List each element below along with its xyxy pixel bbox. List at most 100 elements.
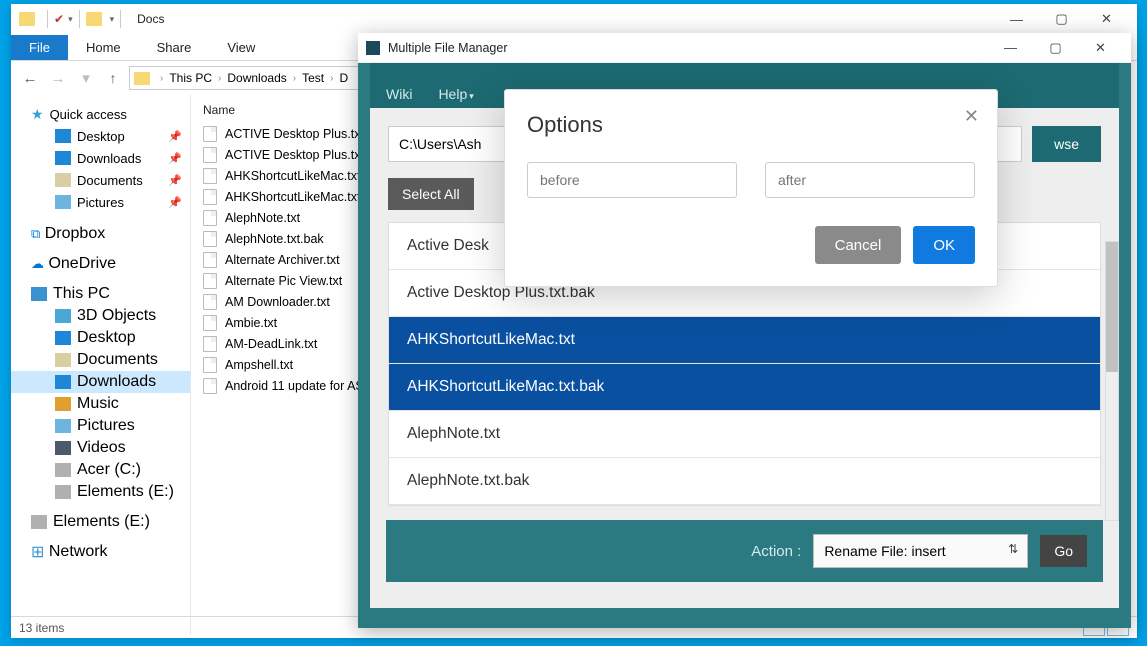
nav-pictures[interactable]: Pictures bbox=[77, 195, 124, 210]
nav-drive-c[interactable]: Acer (C:) bbox=[77, 461, 141, 479]
file-name: AlephNote.txt.bak bbox=[225, 232, 324, 246]
documents-icon bbox=[55, 173, 71, 187]
file-name: Alternate Archiver.txt bbox=[225, 253, 340, 267]
maximize-button[interactable]: ▢ bbox=[1033, 33, 1078, 63]
pin-icon: 📌 bbox=[168, 130, 182, 143]
close-button[interactable]: ✕ bbox=[1084, 4, 1129, 34]
window-title: Docs bbox=[137, 12, 164, 26]
file-icon bbox=[203, 168, 217, 184]
browse-button[interactable]: wse bbox=[1032, 126, 1101, 162]
nav-dropbox[interactable]: Dropbox bbox=[45, 225, 105, 243]
desktop-icon bbox=[55, 129, 71, 143]
dropbox-icon: ⧉ bbox=[31, 226, 40, 242]
forward-button[interactable]: → bbox=[47, 70, 69, 87]
quick-access[interactable]: Quick access bbox=[50, 107, 127, 122]
mfm-title: Multiple File Manager bbox=[388, 41, 508, 55]
file-icon bbox=[203, 210, 217, 226]
action-select[interactable]: Rename File: insert bbox=[813, 534, 1028, 568]
menu-wiki[interactable]: Wiki bbox=[382, 80, 416, 108]
pin-icon: 📌 bbox=[168, 174, 182, 187]
file-name: AHKShortcutLikeMac.txt bbox=[225, 169, 360, 183]
nav-elements[interactable]: Elements (E:) bbox=[53, 513, 150, 531]
list-item[interactable]: AlephNote.txt.bak bbox=[389, 458, 1100, 505]
before-input[interactable] bbox=[527, 162, 737, 198]
nav-videos[interactable]: Videos bbox=[77, 439, 126, 457]
file-icon bbox=[203, 126, 217, 142]
nav-documents[interactable]: Documents bbox=[77, 173, 143, 188]
drive-icon bbox=[55, 485, 71, 499]
breadcrumb-item[interactable]: Downloads bbox=[227, 71, 286, 85]
ribbon-home[interactable]: Home bbox=[68, 35, 139, 60]
chevron-right-icon[interactable]: › bbox=[160, 73, 163, 84]
file-name: Android 11 update for ASU bbox=[225, 379, 373, 393]
nav-drive-e[interactable]: Elements (E:) bbox=[77, 483, 174, 501]
list-item[interactable]: AHKShortcutLikeMac.txt bbox=[389, 317, 1100, 364]
close-button[interactable]: ✕ bbox=[1078, 33, 1123, 63]
chevron-down-icon[interactable]: ▾ bbox=[68, 14, 73, 25]
go-button[interactable]: Go bbox=[1040, 535, 1087, 567]
ribbon-file[interactable]: File bbox=[11, 35, 68, 60]
folder-icon bbox=[19, 12, 35, 26]
chevron-right-icon[interactable]: › bbox=[293, 73, 296, 84]
ribbon-view[interactable]: View bbox=[209, 35, 273, 60]
nav-3d-objects[interactable]: 3D Objects bbox=[77, 307, 156, 325]
nav-pictures2[interactable]: Pictures bbox=[77, 417, 135, 435]
file-name: Ambie.txt bbox=[225, 316, 277, 330]
maximize-button[interactable]: ▢ bbox=[1039, 4, 1084, 34]
minimize-button[interactable]: — bbox=[994, 4, 1039, 34]
after-input[interactable] bbox=[765, 162, 975, 198]
nav-this-pc[interactable]: This PC bbox=[53, 285, 110, 303]
file-name: ACTIVE Desktop Plus.txt bbox=[225, 127, 364, 141]
dialog-close-button[interactable]: ✕ bbox=[964, 106, 979, 127]
chevron-right-icon[interactable]: › bbox=[218, 73, 221, 84]
file-icon bbox=[203, 231, 217, 247]
nav-documents2[interactable]: Documents bbox=[77, 351, 158, 369]
menu-help[interactable]: Help▾ bbox=[434, 80, 477, 108]
breadcrumb-item[interactable]: This PC bbox=[169, 71, 212, 85]
documents-icon bbox=[55, 353, 71, 367]
pictures-icon bbox=[55, 419, 71, 433]
nav-onedrive[interactable]: OneDrive bbox=[48, 255, 116, 273]
file-icon bbox=[203, 189, 217, 205]
nav-desktop2[interactable]: Desktop bbox=[77, 329, 136, 347]
chevron-down-icon: ▾ bbox=[469, 91, 474, 101]
recent-locations[interactable]: ▾ bbox=[75, 69, 97, 87]
list-item[interactable]: AlephNote.txt bbox=[389, 411, 1100, 458]
back-button[interactable]: ← bbox=[19, 70, 41, 87]
file-name: Alternate Pic View.txt bbox=[225, 274, 342, 288]
select-all-button[interactable]: Select All bbox=[388, 178, 474, 210]
pc-icon bbox=[31, 287, 47, 301]
nav-downloads2[interactable]: Downloads bbox=[77, 373, 156, 391]
ribbon-share[interactable]: Share bbox=[139, 35, 210, 60]
cancel-button[interactable]: Cancel bbox=[815, 226, 902, 264]
file-name: Ampshell.txt bbox=[225, 358, 293, 372]
check-icon: ✔ bbox=[54, 12, 64, 26]
nav-network[interactable]: Network bbox=[49, 543, 108, 561]
breadcrumb-item[interactable]: D bbox=[339, 71, 348, 85]
music-icon bbox=[55, 397, 71, 411]
separator bbox=[47, 10, 48, 28]
network-icon: ⊞ bbox=[31, 542, 44, 562]
nav-downloads[interactable]: Downloads bbox=[77, 151, 141, 166]
dialog-title: Options bbox=[527, 112, 975, 138]
chevron-down-icon[interactable]: ▾ bbox=[110, 14, 115, 25]
app-icon bbox=[366, 41, 380, 55]
ok-button[interactable]: OK bbox=[913, 226, 975, 264]
explorer-titlebar[interactable]: ✔ ▾ ▾ Docs — ▢ ✕ bbox=[11, 4, 1137, 34]
pin-icon: 📌 bbox=[168, 196, 182, 209]
chevron-right-icon[interactable]: › bbox=[330, 73, 333, 84]
scrollbar-thumb[interactable] bbox=[1106, 242, 1118, 372]
nav-desktop[interactable]: Desktop bbox=[77, 129, 125, 144]
up-button[interactable]: ↑ bbox=[103, 70, 123, 86]
3d-objects-icon bbox=[55, 309, 71, 323]
minimize-button[interactable]: — bbox=[988, 33, 1033, 63]
mfm-titlebar[interactable]: Multiple File Manager — ▢ ✕ bbox=[358, 33, 1131, 63]
nav-pane[interactable]: ★Quick access Desktop📌 Downloads📌 Docume… bbox=[11, 95, 191, 635]
file-icon bbox=[203, 294, 217, 310]
scrollbar[interactable] bbox=[1105, 241, 1119, 521]
list-item[interactable]: AHKShortcutLikeMac.txt.bak bbox=[389, 364, 1100, 411]
file-name: AlephNote.txt bbox=[225, 211, 300, 225]
breadcrumb-item[interactable]: Test bbox=[302, 71, 324, 85]
downloads-icon bbox=[55, 375, 71, 389]
nav-music[interactable]: Music bbox=[77, 395, 119, 413]
